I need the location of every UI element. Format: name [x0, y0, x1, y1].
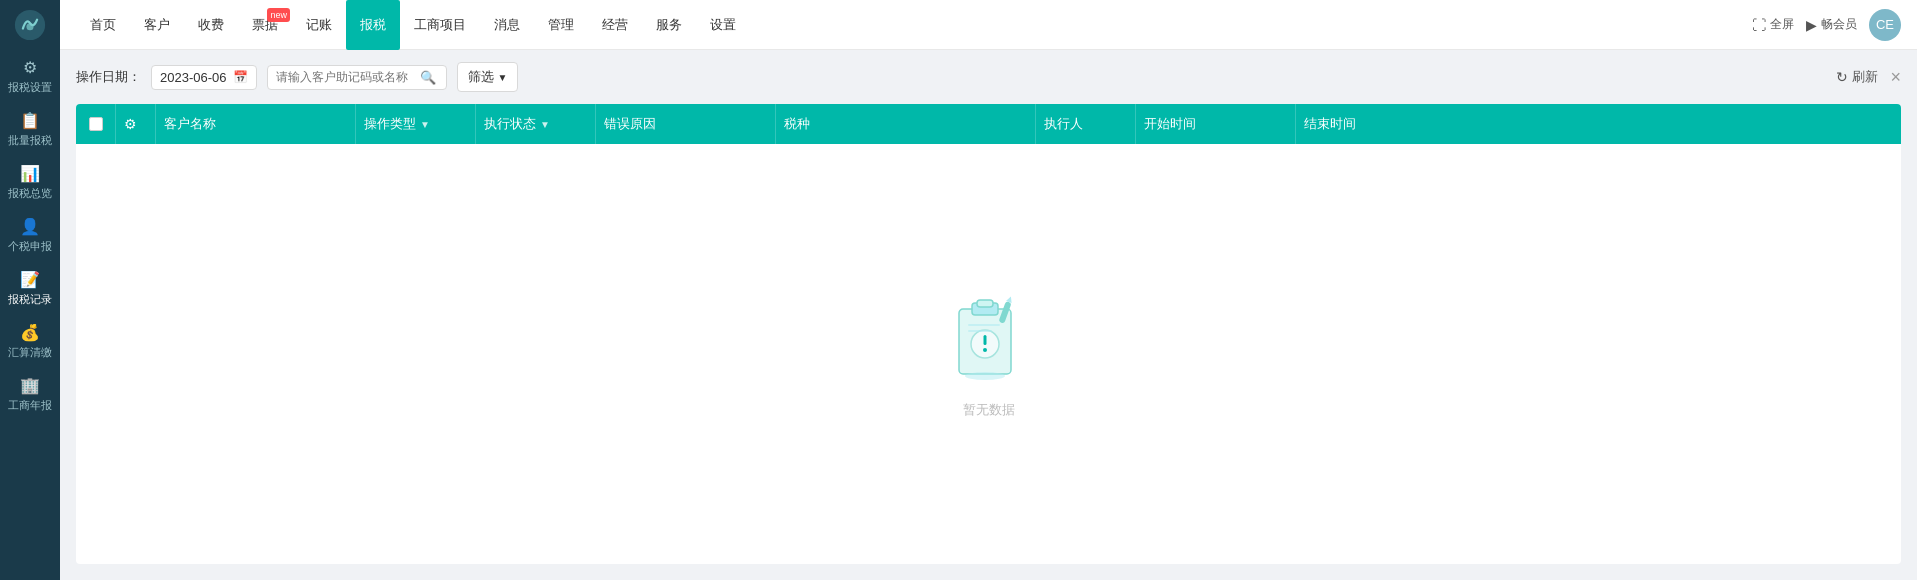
nav-xiaoxi[interactable]: 消息	[480, 0, 534, 50]
svg-rect-10	[968, 324, 1000, 326]
table-container: ⚙ 客户名称 操作类型 ▼ 执行状态 ▼ 错误原因 税种	[76, 104, 1901, 564]
search-icon: 🔍	[420, 70, 436, 85]
toolbar-right: ↻ 刷新 ×	[1836, 68, 1901, 86]
table-header: ⚙ 客户名称 操作类型 ▼ 执行状态 ▼ 错误原因 税种	[76, 104, 1901, 144]
fullscreen-button[interactable]: ⛶ 全屏	[1752, 16, 1794, 33]
sidebar-item-gongshang-nianba[interactable]: 🏢 工商年报	[0, 368, 60, 421]
date-label: 操作日期：	[76, 68, 141, 86]
nav-fuwu[interactable]: 服务	[642, 0, 696, 50]
sidebar-item-label: 报税记录	[8, 292, 52, 307]
nav-shoufei[interactable]: 收费	[184, 0, 238, 50]
svg-marker-9	[1006, 295, 1014, 303]
main-area: 首页 客户 收费 票据 new 记账 报税 工商项目 消息 管理 经营	[60, 0, 1917, 580]
th-customer-name: 客户名称	[156, 104, 356, 144]
content: 操作日期： 2023-06-06 📅 🔍 筛选 ▼ ↻ 刷新 ×	[60, 50, 1917, 580]
sidebar: ⚙ 报税设置 📋 批量报税 📊 报税总览 👤 个税申报 📝 报税记录 💰 汇算清…	[0, 0, 60, 580]
sidebar-item-label: 批量报税	[8, 133, 52, 148]
building-icon: 🏢	[20, 376, 40, 395]
overview-icon: 📊	[20, 164, 40, 183]
filter-label: 筛选	[468, 68, 494, 86]
sidebar-item-piliang-baoshui[interactable]: 📋 批量报税	[0, 103, 60, 156]
topnav: 首页 客户 收费 票据 new 记账 报税 工商项目 消息 管理 经营	[60, 0, 1917, 50]
sidebar-item-label: 工商年报	[8, 398, 52, 413]
svg-point-12	[965, 372, 1005, 380]
nav-guanli[interactable]: 管理	[534, 0, 588, 50]
th-executor: 执行人	[1036, 104, 1136, 144]
close-button[interactable]: ×	[1890, 68, 1901, 86]
logo	[0, 0, 60, 50]
nav-gongshang[interactable]: 工商项目	[400, 0, 480, 50]
settings-icon: ⚙	[23, 58, 37, 77]
date-value: 2023-06-06	[160, 70, 227, 85]
th-operation-type[interactable]: 操作类型 ▼	[356, 104, 476, 144]
empty-text: 暂无数据	[963, 401, 1015, 419]
sidebar-item-huisuan-jiaona[interactable]: 💰 汇算清缴	[0, 315, 60, 368]
avatar[interactable]: CE	[1869, 9, 1901, 41]
batch-icon: 📋	[20, 111, 40, 130]
sidebar-item-label: 个税申报	[8, 239, 52, 254]
svg-point-1	[26, 23, 33, 30]
th-start-time: 开始时间	[1136, 104, 1296, 144]
nav-shezhi[interactable]: 设置	[696, 0, 750, 50]
th-checkbox	[76, 104, 116, 144]
topnav-right: ⛶ 全屏 ▶ 畅会员 CE	[1752, 9, 1901, 41]
nav-piaoju[interactable]: 票据 new	[238, 0, 292, 50]
sort-icon: ▼	[420, 119, 430, 130]
svg-rect-4	[977, 300, 993, 307]
filter-button[interactable]: 筛选 ▼	[457, 62, 519, 92]
th-error-reason: 错误原因	[596, 104, 776, 144]
nav-home[interactable]: 首页	[76, 0, 130, 50]
svg-point-7	[983, 348, 987, 352]
record-icon: 📝	[20, 270, 40, 289]
nav-baoshui[interactable]: 报税	[346, 0, 400, 50]
sidebar-item-label: 报税设置	[8, 80, 52, 95]
th-execution-status[interactable]: 执行状态 ▼	[476, 104, 596, 144]
sidebar-item-baoshui-jilu[interactable]: 📝 报税记录	[0, 262, 60, 315]
refresh-icon: ↻	[1836, 69, 1848, 85]
nav-jingying[interactable]: 经营	[588, 0, 642, 50]
chevron-down-icon: ▼	[498, 72, 508, 83]
select-all-checkbox[interactable]	[89, 117, 103, 131]
person-icon: 👤	[20, 217, 40, 236]
nav-customer[interactable]: 客户	[130, 0, 184, 50]
fullscreen-icon: ⛶	[1752, 17, 1766, 33]
svg-rect-6	[983, 335, 986, 345]
search-input[interactable]	[276, 70, 416, 84]
sort-icon: ▼	[540, 119, 550, 130]
sidebar-item-geshui-shenbao[interactable]: 👤 个税申报	[0, 209, 60, 262]
th-tax-type: 税种	[776, 104, 1036, 144]
date-picker[interactable]: 2023-06-06 📅	[151, 65, 257, 90]
video-icon: ▶	[1806, 17, 1817, 33]
new-badge: new	[267, 8, 290, 22]
column-settings-icon[interactable]: ⚙	[124, 116, 137, 132]
calendar-icon: 📅	[233, 70, 248, 84]
sidebar-item-baoshui-zonlan[interactable]: 📊 报税总览	[0, 156, 60, 209]
refresh-button[interactable]: ↻ 刷新	[1836, 68, 1878, 86]
th-settings: ⚙	[116, 104, 156, 144]
sidebar-item-baoshui-shezhi[interactable]: ⚙ 报税设置	[0, 50, 60, 103]
svg-rect-11	[968, 330, 992, 332]
empty-illustration	[944, 289, 1034, 389]
table-body: 暂无数据	[76, 144, 1901, 564]
sidebar-item-label: 汇算清缴	[8, 345, 52, 360]
money-icon: 💰	[20, 323, 40, 342]
th-end-time: 结束时间	[1296, 104, 1416, 144]
toolbar: 操作日期： 2023-06-06 📅 🔍 筛选 ▼ ↻ 刷新 ×	[60, 50, 1917, 104]
search-box: 🔍	[267, 65, 447, 90]
member-button[interactable]: ▶ 畅会员	[1806, 16, 1857, 33]
nav-jizhang[interactable]: 记账	[292, 0, 346, 50]
sidebar-item-label: 报税总览	[8, 186, 52, 201]
